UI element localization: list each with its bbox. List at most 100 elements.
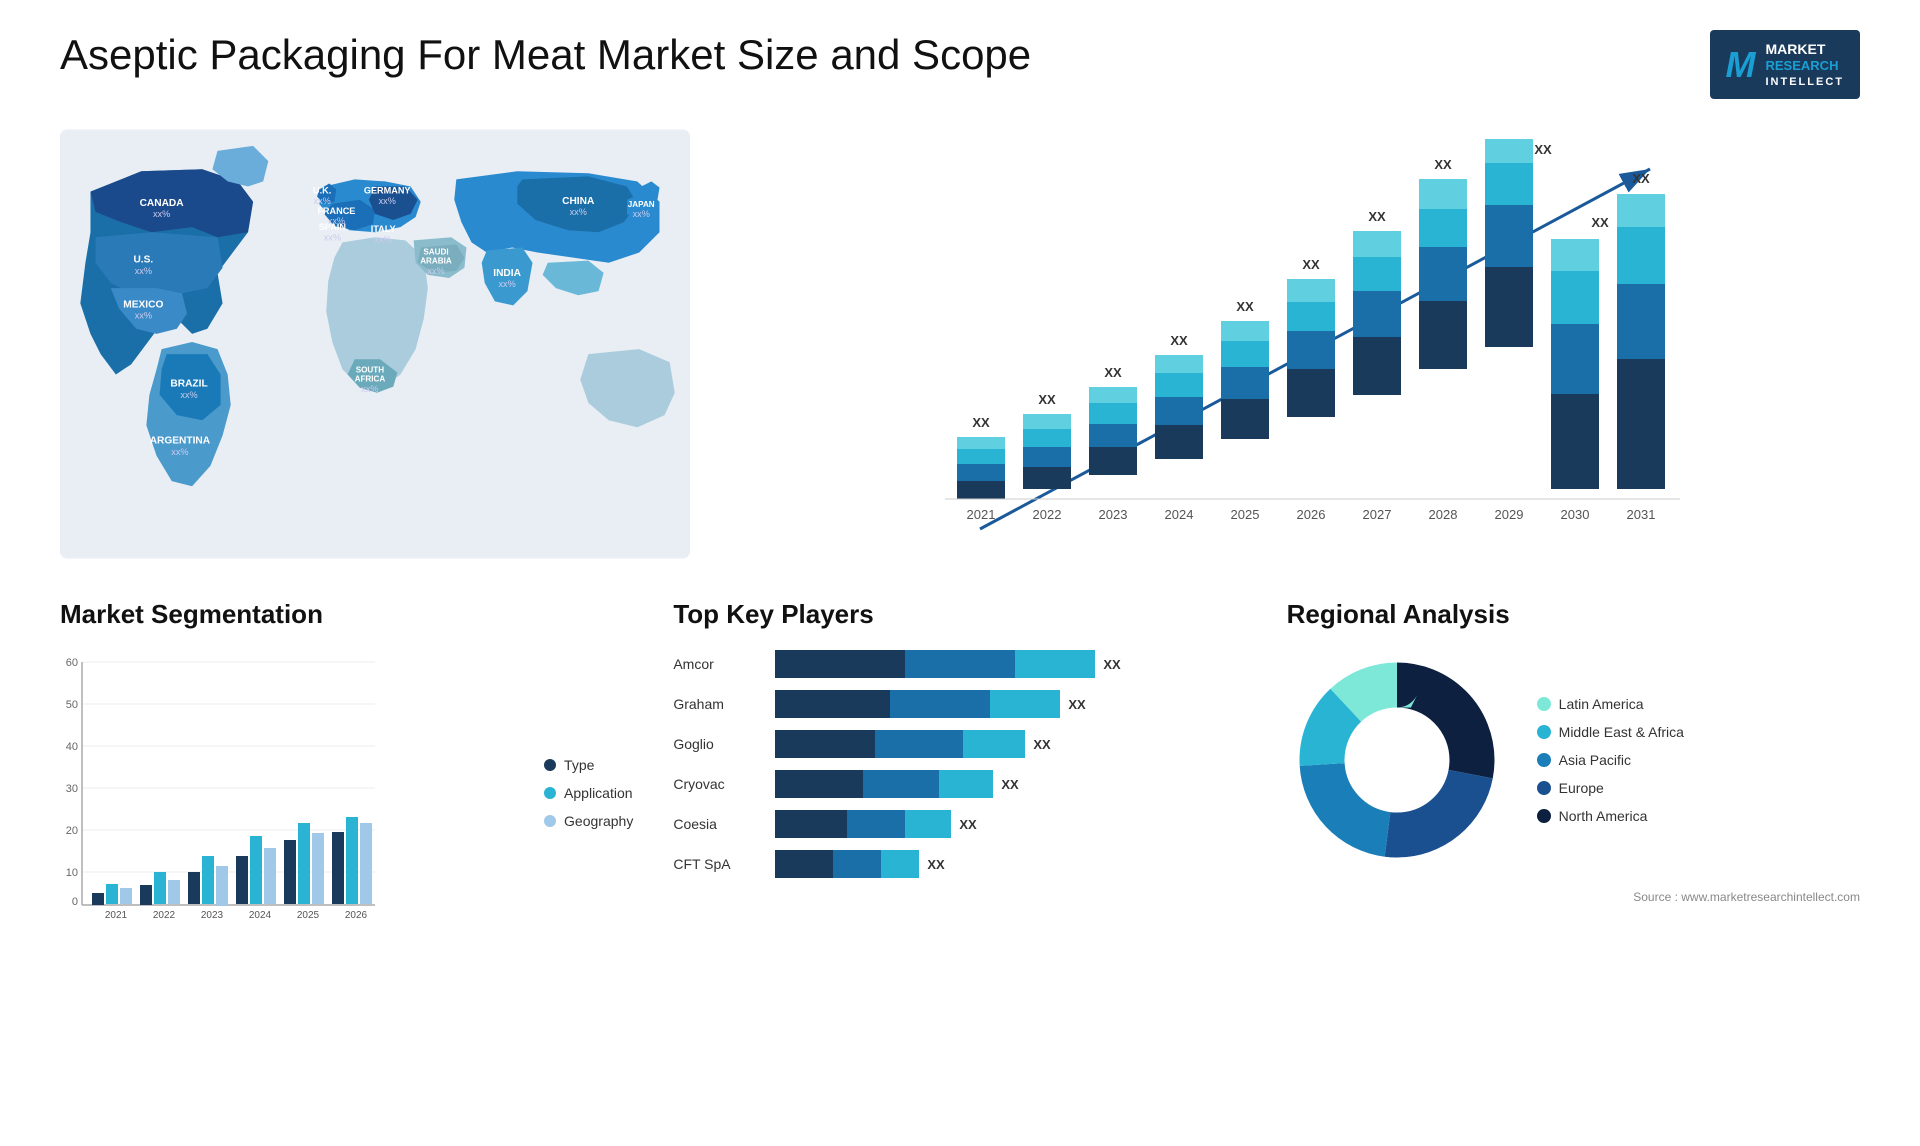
region-dot-asia [1537,753,1551,767]
svg-text:2026: 2026 [1297,507,1326,522]
svg-text:XX: XX [1302,257,1320,272]
regional-content: Latin America Middle East & Africa Asia … [1287,650,1860,870]
canada-label: CANADA [140,198,185,209]
player-row-cftSpa: CFT SpA XX [673,850,1246,878]
region-label-europe: Europe [1559,780,1604,796]
player-name-amcor: Amcor [673,656,763,672]
bar-seg1 [775,810,847,838]
bar-seg1 [775,650,905,678]
svg-text:2031: 2031 [1627,507,1656,522]
player-bar-wrap-goglio: XX [775,730,1246,758]
svg-text:20: 20 [66,825,78,837]
bar-seg2 [847,810,905,838]
legend-app: Application [544,785,633,801]
bar-seg1 [775,730,875,758]
main-grid: CANADA xx% U.S. xx% MEXICO xx% BRAZIL xx… [60,129,1860,935]
japan-label: JAPAN [628,200,655,209]
segmentation-section: Market Segmentation 60 50 40 30 20 10 0 [60,599,633,935]
bar-seg3 [881,850,919,878]
svg-text:XX: XX [1434,157,1452,172]
regional-title: Regional Analysis [1287,599,1860,630]
player-val-amcor: XX [1103,657,1120,672]
player-val-coesia: XX [959,817,976,832]
svg-text:xx%: xx% [135,311,152,321]
bar-seg3 [1015,650,1095,678]
player-val-cftSpa: XX [927,857,944,872]
svg-text:XX: XX [1368,209,1386,224]
player-row-cryovac: Cryovac XX [673,770,1246,798]
region-dot-latin [1537,697,1551,711]
growth-bar-chart: 2021 XX 2022 XX 2023 XX [730,139,1860,569]
bar-seg1 [775,850,833,878]
logo-area: M MARKET RESEARCH INTELLECT [1710,30,1861,99]
header: Aseptic Packaging For Meat Market Size a… [60,30,1860,99]
legend-geo-dot [544,815,556,827]
svg-text:30: 30 [66,783,78,795]
legend-app-dot [544,787,556,799]
player-name-graham: Graham [673,696,763,712]
svg-text:xx%: xx% [379,196,396,206]
growth-chart-svg: 2021 XX 2022 XX 2023 XX [730,139,1860,569]
svg-text:2021: 2021 [967,507,996,522]
player-bar-wrap-cryovac: XX [775,770,1246,798]
svg-text:ARABIA: ARABIA [420,257,452,266]
players-section: Top Key Players Amcor XX [673,599,1246,935]
source-text: Source : www.marketresearchintellect.com [1287,890,1860,904]
mexico-label: MEXICO [123,300,163,311]
region-label-mea: Middle East & Africa [1559,724,1684,740]
player-bar-wrap-cftSpa: XX [775,850,1246,878]
player-name-goglio: Goglio [673,736,763,752]
svg-text:2030: 2030 [1561,507,1590,522]
player-name-cftSpa: CFT SpA [673,856,763,872]
svg-text:50: 50 [66,699,78,711]
page-container: Aseptic Packaging For Meat Market Size a… [0,0,1920,1146]
us-label: U.S. [133,255,153,266]
logo-market: MARKET [1766,40,1845,58]
svg-text:2029: 2029 [1495,507,1524,522]
svg-text:2022: 2022 [1033,507,1062,522]
brazil-label: BRAZIL [170,379,207,390]
svg-text:xx%: xx% [180,390,197,400]
svg-text:2022: 2022 [153,910,176,921]
india-label: INDIA [493,268,521,279]
player-name-cryovac: Cryovac [673,776,763,792]
region-dot-mea [1537,725,1551,739]
region-dot-north-america [1537,809,1551,823]
svg-text:xx%: xx% [361,384,378,394]
svg-text:xx%: xx% [570,207,587,217]
svg-text:xx%: xx% [375,235,392,245]
seg-chart-area: 60 50 40 30 20 10 0 [60,650,633,935]
region-label-latin: Latin America [1559,696,1644,712]
svg-text:xx%: xx% [153,209,170,219]
bar-seg3 [939,770,993,798]
svg-text:XX: XX [1591,215,1609,230]
svg-text:XX: XX [1038,392,1056,407]
map-container: CANADA xx% U.S. xx% MEXICO xx% BRAZIL xx… [60,129,690,559]
svg-text:0: 0 [72,896,78,908]
bottom-grid: Market Segmentation 60 50 40 30 20 10 0 [60,599,1860,935]
donut-hole [1349,712,1445,808]
bar-seg2 [833,850,881,878]
legend-type-dot [544,759,556,771]
bar-seg2 [875,730,963,758]
logo-m-letter: M [1726,44,1756,86]
argentina-label: ARGENTINA [150,436,211,447]
seg-legend: Type Application Geography [544,757,633,829]
world-map-svg: CANADA xx% U.S. xx% MEXICO xx% BRAZIL xx… [60,129,690,559]
region-label-north-america: North America [1559,808,1648,824]
legend-app-label: Application [564,785,633,801]
svg-text:2026: 2026 [345,910,368,921]
logo-box: M MARKET RESEARCH INTELLECT [1710,30,1861,99]
svg-text:2023: 2023 [1099,507,1128,522]
legend-type: Type [544,757,633,773]
region-latin-america: Latin America [1537,696,1684,712]
italy-label: ITALY [371,225,396,235]
region-mea: Middle East & Africa [1537,724,1684,740]
logo-intellect: INTELLECT [1766,75,1845,89]
svg-text:xx%: xx% [633,209,650,219]
svg-text:2021: 2021 [105,910,128,921]
svg-text:xx%: xx% [324,233,341,243]
region-north-america: North America [1537,808,1684,824]
player-val-goglio: XX [1033,737,1050,752]
svg-text:AFRICA: AFRICA [355,375,386,384]
